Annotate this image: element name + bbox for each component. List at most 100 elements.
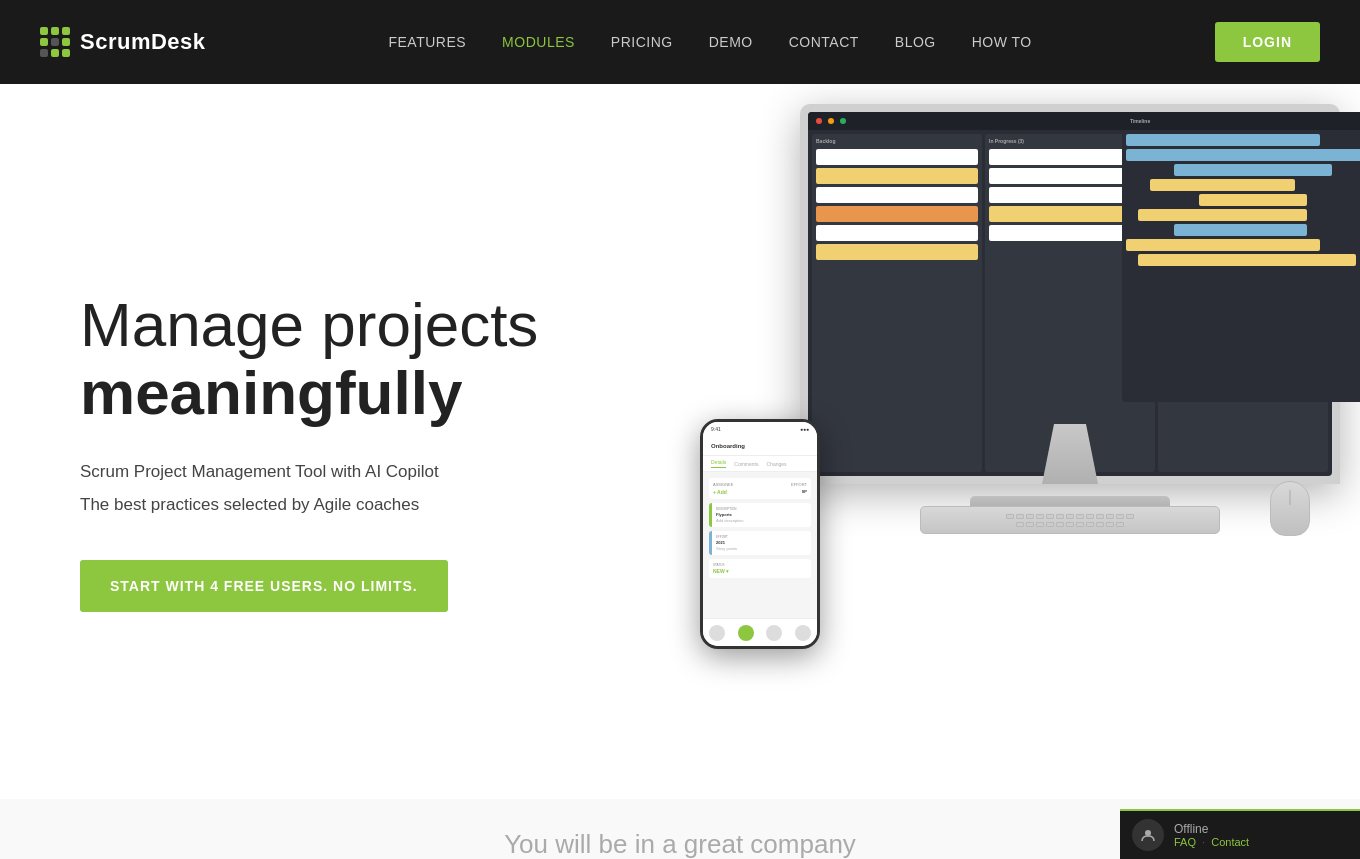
gantt-bar: [1174, 224, 1307, 236]
key: [1056, 514, 1064, 519]
login-button[interactable]: LOGIN: [1215, 22, 1320, 62]
gantt-bar: [1199, 194, 1308, 206]
hero-title: Manage projects meaningfully: [80, 291, 538, 427]
phone-task-card: EFFORT 2021 Story points: [709, 531, 811, 555]
hero-content: Manage projects meaningfully Scrum Proje…: [80, 291, 538, 612]
key: [1096, 522, 1104, 527]
gantt-rows: [1122, 130, 1360, 270]
key: [1086, 514, 1094, 519]
logo-dot: [40, 27, 48, 35]
key: [1066, 514, 1074, 519]
phone-app-header: Onboarding: [703, 436, 817, 456]
key: [1116, 514, 1124, 519]
chat-links: FAQ · Contact: [1174, 836, 1348, 848]
hero-subtitle-1: Scrum Project Management Tool with AI Co…: [80, 458, 538, 485]
key: [1056, 522, 1064, 527]
key: [1086, 522, 1094, 527]
chat-info: Offline FAQ · Contact: [1174, 822, 1348, 848]
key: [1076, 514, 1084, 519]
logo-dot: [40, 38, 48, 46]
svg-point-0: [1145, 830, 1151, 836]
chat-avatar-icon: [1132, 819, 1164, 851]
nav-features[interactable]: FEATURES: [388, 34, 466, 50]
nav-contact[interactable]: CONTACT: [789, 34, 859, 50]
nav-modules[interactable]: MODULES: [502, 34, 575, 50]
key: [1046, 514, 1054, 519]
board-card: [816, 168, 978, 184]
phone-detail-row: ASSIGNEEEFFORT + AddSP: [709, 478, 811, 499]
window-dot-green: [840, 118, 846, 124]
logo-dot: [40, 49, 48, 57]
keyboard-mockup: [920, 506, 1220, 534]
hero-section: Manage projects meaningfully Scrum Proje…: [0, 84, 1360, 799]
gantt-bar: [1138, 254, 1356, 266]
gantt-bar: [1150, 179, 1295, 191]
window-dot-yellow: [828, 118, 834, 124]
gantt-header: Timeline: [1122, 112, 1360, 130]
phone-status-item: STATUS NEW ▾: [709, 559, 811, 578]
main-nav: FEATURES MODULES PRICING DEMO CONTACT BL…: [388, 34, 1031, 50]
key: [1026, 514, 1034, 519]
phone-status-bar: 9:41 ●●●: [703, 422, 817, 436]
logo-dot: [62, 38, 70, 46]
key: [1036, 514, 1044, 519]
gantt-panel: Timeline: [1122, 112, 1360, 402]
hero-title-bold: meaningfully: [80, 359, 538, 427]
logo-dot: [51, 49, 59, 57]
key: [1126, 514, 1134, 519]
chat-contact-link[interactable]: Contact: [1211, 836, 1249, 848]
gantt-bar: [1126, 134, 1320, 146]
logo-link[interactable]: ScrumDesk: [40, 27, 206, 57]
board-card: [816, 244, 978, 260]
key: [1016, 514, 1024, 519]
chat-widget[interactable]: Offline FAQ · Contact: [1120, 809, 1360, 859]
gantt-bar: [1174, 164, 1331, 176]
hero-cta-button[interactable]: START WITH 4 FREE USERS. NO LIMITS.: [80, 560, 448, 612]
phone-nav-profile: [795, 625, 811, 641]
key: [1036, 522, 1044, 527]
key: [1016, 522, 1024, 527]
board-card: [816, 149, 978, 165]
phone-nav-home: [709, 625, 725, 641]
nav-demo[interactable]: DEMO: [709, 34, 753, 50]
phone-content: ASSIGNEEEFFORT + AddSP DESCRIPTION Flypo…: [703, 472, 817, 618]
logo-dot: [62, 27, 70, 35]
monitor-mockup: Backlog In Progress (3): [760, 104, 1360, 584]
key: [1106, 514, 1114, 519]
board-card: [816, 187, 978, 203]
key: [1046, 522, 1054, 527]
logo-dot: [62, 49, 70, 57]
chat-status: Offline: [1174, 822, 1348, 836]
phone-task-card: DESCRIPTION Flyports Add description: [709, 503, 811, 527]
key: [1076, 522, 1084, 527]
phone-tabs: Details Comments Changes: [703, 456, 817, 472]
phone-time: 9:41: [711, 426, 721, 432]
gantt-bar: [1126, 239, 1320, 251]
keyboard-row: [1016, 522, 1124, 527]
key: [1116, 522, 1124, 527]
board-card: [816, 225, 978, 241]
window-dot-red: [816, 118, 822, 124]
nav-blog[interactable]: BLOG: [895, 34, 936, 50]
hero-image: Backlog In Progress (3): [700, 104, 1360, 684]
key: [1096, 514, 1104, 519]
phone-nav-bar: [703, 618, 817, 646]
chat-faq-link[interactable]: FAQ: [1174, 836, 1196, 848]
key: [1006, 514, 1014, 519]
logo-dot: [51, 27, 59, 35]
phone-nav-chat: [766, 625, 782, 641]
key: [1106, 522, 1114, 527]
board-col-backlog: Backlog: [812, 134, 982, 472]
hero-subtitle-2: The best practices selected by Agile coa…: [80, 491, 538, 518]
nav-howto[interactable]: HOW TO: [972, 34, 1032, 50]
header: ScrumDesk FEATURES MODULES PRICING DEMO …: [0, 0, 1360, 84]
gantt-bar: [1138, 209, 1307, 221]
keyboard-row: [1006, 514, 1134, 519]
logo-dot: [51, 38, 59, 46]
phone-nav-tasks: [738, 625, 754, 641]
phone-signal: ●●●: [800, 426, 809, 432]
logo-grid-icon: [40, 27, 70, 57]
nav-pricing[interactable]: PRICING: [611, 34, 673, 50]
phone-mockup: 9:41 ●●● Onboarding Details Comments Cha…: [700, 419, 820, 649]
gantt-bar: [1126, 149, 1360, 161]
